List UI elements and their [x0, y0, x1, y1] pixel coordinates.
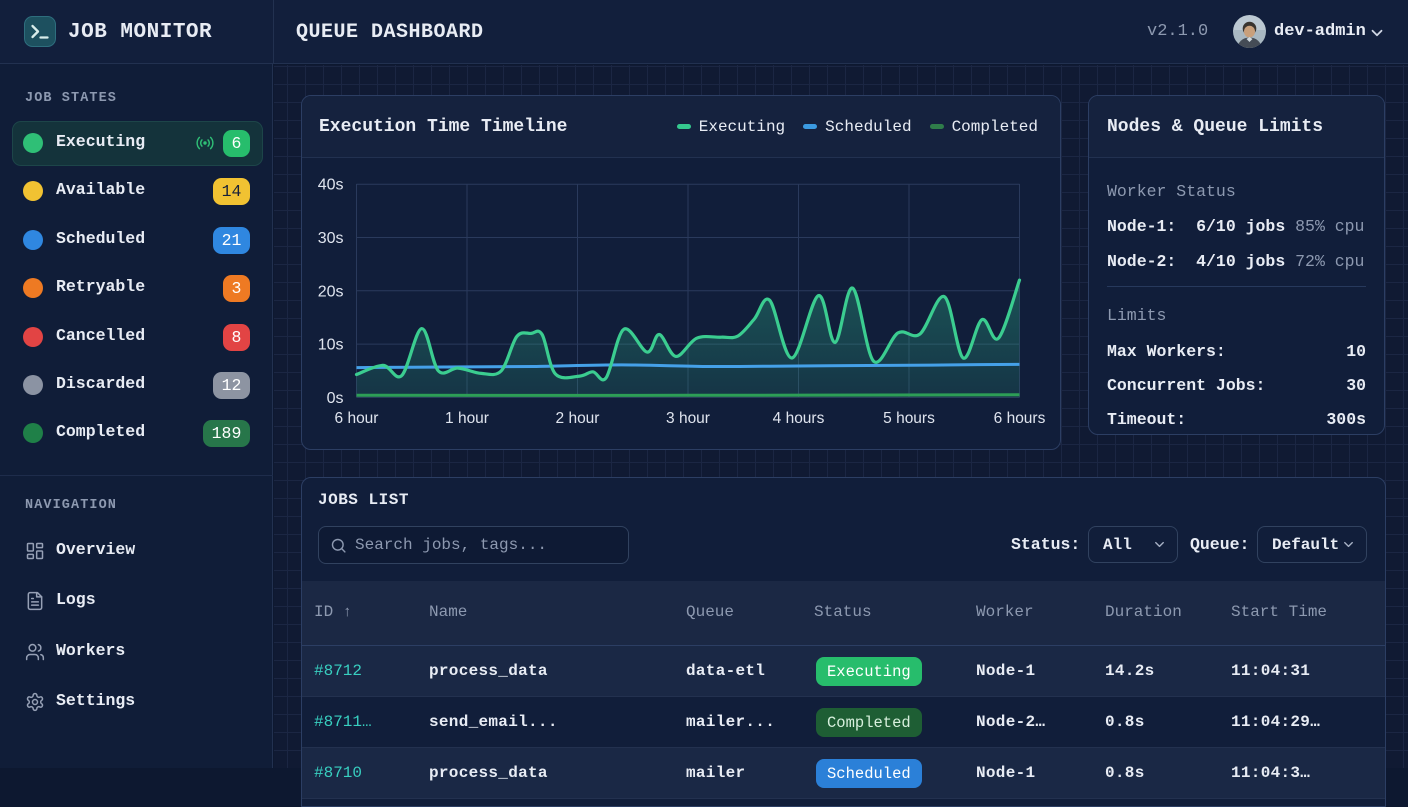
svg-text:5 hours: 5 hours	[883, 410, 935, 427]
svg-text:6 hours: 6 hours	[994, 410, 1046, 427]
svg-text:6 hour: 6 hour	[335, 410, 379, 427]
svg-text:30s: 30s	[318, 230, 344, 247]
svg-text:1 hour: 1 hour	[445, 410, 489, 427]
svg-text:20s: 20s	[318, 283, 344, 300]
svg-text:0s: 0s	[327, 390, 344, 407]
svg-text:3 hour: 3 hour	[666, 410, 710, 427]
svg-text:4 hours: 4 hours	[773, 410, 825, 427]
svg-text:2 hour: 2 hour	[556, 410, 600, 427]
svg-text:10s: 10s	[318, 337, 344, 354]
svg-text:40s: 40s	[318, 177, 344, 194]
